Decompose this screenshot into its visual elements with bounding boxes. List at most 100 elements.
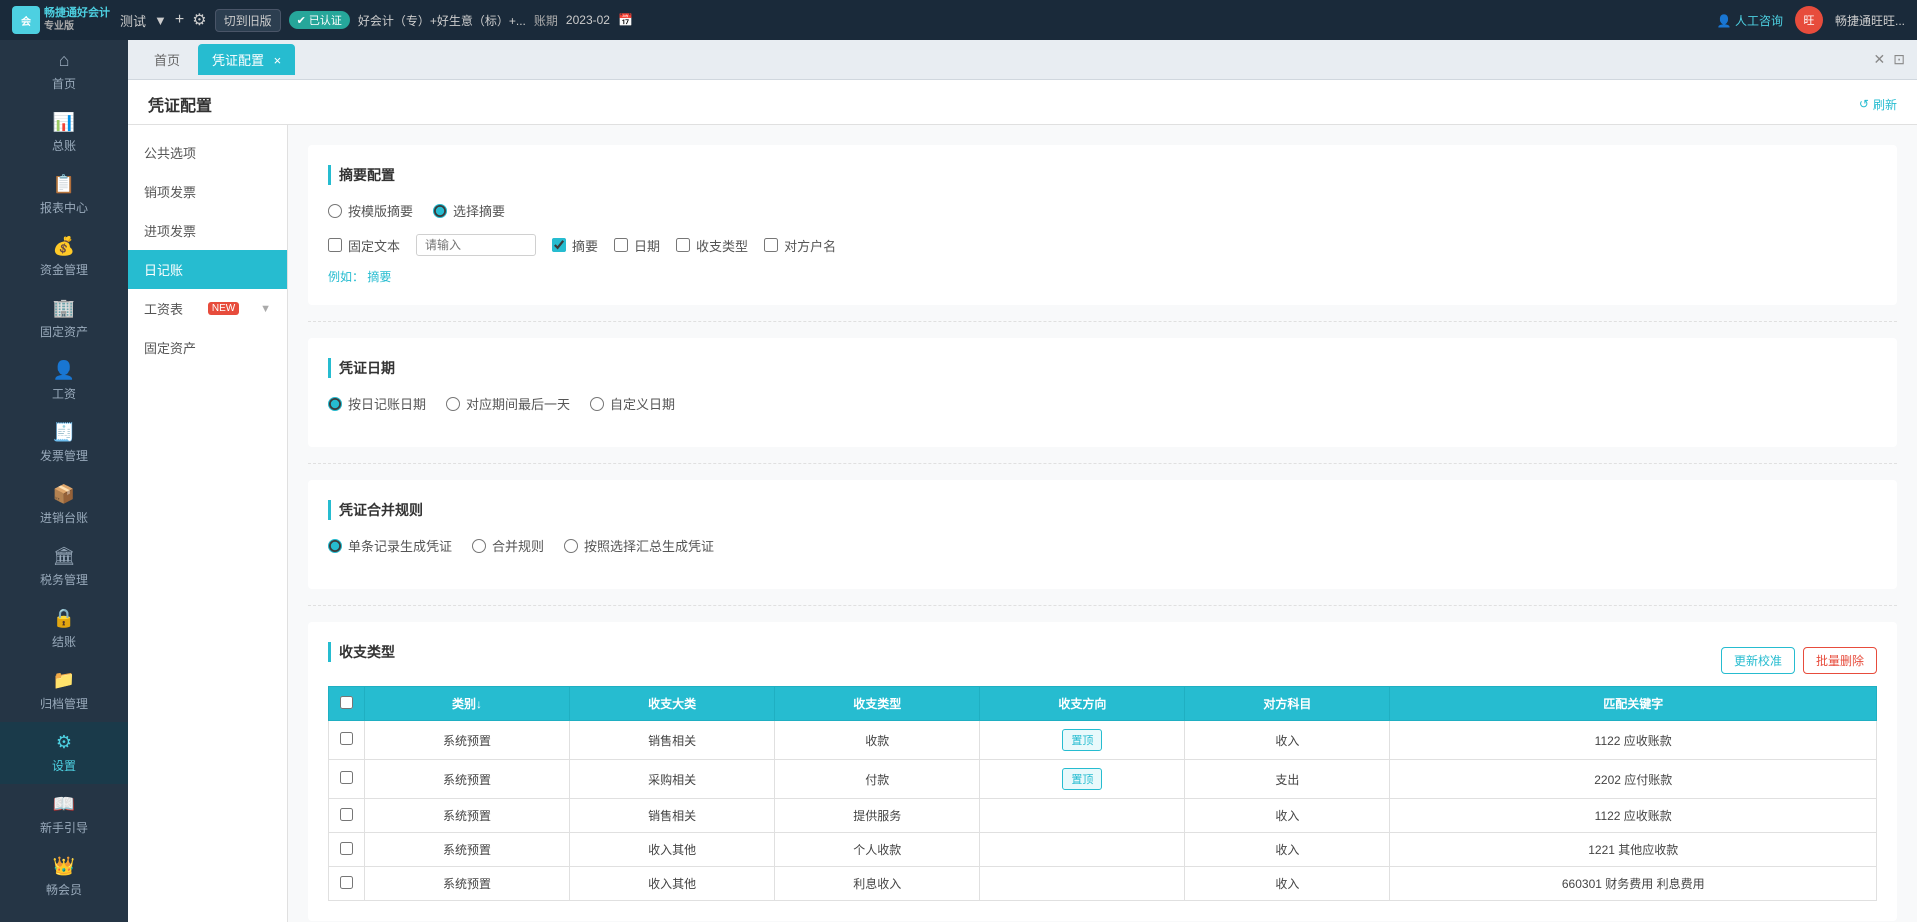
- sidebar-item-invoices[interactable]: 🧾 发票管理: [0, 412, 128, 474]
- fixed-text-input[interactable]: [416, 234, 536, 256]
- row-tag-4: [980, 867, 1185, 901]
- left-nav-journal[interactable]: 日记账: [128, 250, 287, 289]
- radio-custom-date[interactable]: 自定义日期: [590, 394, 675, 413]
- calendar-icon[interactable]: 📅: [618, 13, 633, 27]
- row-category-0: 系统预置: [365, 721, 570, 760]
- guide-icon: 📖: [53, 794, 75, 815]
- date-radio-group: 按日记账日期 对应期间最后一天 自定义日期: [328, 394, 1877, 413]
- tab-bar: 首页 凭证配置 × ✕ ⊡: [128, 40, 1917, 80]
- sidebar-item-tax[interactable]: 🏛 税务管理: [0, 536, 128, 598]
- gear-icon[interactable]: ⚙: [192, 10, 206, 30]
- row-checkbox-0[interactable]: [340, 732, 353, 745]
- left-nav-fixed-assets[interactable]: 固定资产: [128, 328, 287, 367]
- refresh-label: 刷新: [1873, 96, 1897, 113]
- sidebar-item-member[interactable]: 👑 畅会员: [0, 846, 128, 908]
- row-income-type-1: 付款: [775, 760, 980, 799]
- row-checkbox-3[interactable]: [340, 842, 353, 855]
- main-layout: ⌂ 首页 📊 总账 📋 报表中心 💰 资金管理 🏢 固定资产 👤 工资 🧾 发票…: [0, 40, 1917, 922]
- sidebar-item-guide[interactable]: 📖 新手引导: [0, 784, 128, 846]
- update-calibrate-button[interactable]: 更新校准: [1721, 647, 1795, 674]
- add-icon[interactable]: +: [175, 11, 184, 29]
- page-header: 凭证配置 ↺ 刷新: [128, 80, 1917, 125]
- top-tag-button-1[interactable]: 置顶: [1062, 768, 1102, 790]
- left-nav-payroll-table[interactable]: 工资表 NEW ▼: [128, 289, 287, 328]
- close-period-icon: 🔒: [53, 608, 75, 629]
- sidebar-item-ledger[interactable]: 📊 总账: [0, 102, 128, 164]
- payroll-icon: 👤: [53, 360, 75, 381]
- radio-summary-generate[interactable]: 按照选择汇总生成凭证: [564, 536, 714, 555]
- table-row: 系统预置 收入其他 利息收入 收入 660301 财务费用 利息费用: [329, 867, 1877, 901]
- payroll-arrow-icon: ▼: [260, 303, 271, 315]
- tax-icon: 🏛: [53, 546, 76, 567]
- sidebar-item-funds[interactable]: 💰 资金管理: [0, 226, 128, 288]
- row-checkbox-1[interactable]: [340, 771, 353, 784]
- row-direction-0: 收入: [1185, 721, 1390, 760]
- user-name: 畅捷通旺旺...: [1835, 12, 1905, 29]
- product-tags: 好会计（专）+好生意（标）+...: [358, 12, 526, 29]
- radio-journal-date[interactable]: 按日记账日期: [328, 394, 426, 413]
- left-nav-public[interactable]: 公共选项: [128, 133, 287, 172]
- sidebar-item-payroll[interactable]: 👤 工资: [0, 350, 128, 412]
- checkbox-summary[interactable]: 摘要: [552, 236, 598, 255]
- test-dropdown[interactable]: ▼: [154, 13, 167, 28]
- batch-delete-button[interactable]: 批量删除: [1803, 647, 1877, 674]
- checkbox-fixed-text[interactable]: 固定文本: [328, 236, 400, 255]
- period-label: 账期: [534, 12, 558, 29]
- checkbox-counterpart-name[interactable]: 对方户名: [764, 236, 836, 255]
- tab-home[interactable]: 首页: [140, 44, 194, 75]
- row-category-1: 系统预置: [365, 760, 570, 799]
- summary-config-section: 摘要配置 按模版摘要 选择摘要: [308, 145, 1897, 305]
- income-expense-title: 收支类型: [328, 642, 395, 662]
- checkbox-date[interactable]: 日期: [614, 236, 660, 255]
- sidebar-item-close[interactable]: 🔒 结账: [0, 598, 128, 660]
- radio-merge-rule[interactable]: 合并规则: [472, 536, 544, 555]
- row-direction-3: 收入: [1185, 833, 1390, 867]
- sidebar-item-home[interactable]: ⌂ 首页: [0, 40, 128, 102]
- tab-close-icon[interactable]: ×: [274, 53, 282, 68]
- consult-button[interactable]: 👤 人工咨询: [1717, 12, 1783, 29]
- sidebar-item-settings[interactable]: ⚙ 设置: [0, 722, 128, 784]
- sidebar-item-purchase-sales[interactable]: 📦 进销台账: [0, 474, 128, 536]
- left-nav-sales-invoice[interactable]: 销项发票: [128, 172, 287, 211]
- table-header-row: 收支类型 更新校准 批量删除: [328, 642, 1877, 678]
- date-config-section: 凭证日期 按日记账日期 对应期间最后一天 自定义日期: [308, 338, 1897, 447]
- tab-close-all-icon[interactable]: ✕: [1874, 51, 1886, 68]
- table-row: 系统预置 销售相关 提供服务 收入 1122 应收账款: [329, 799, 1877, 833]
- income-expense-section: 收支类型 更新校准 批量删除 类别↓: [308, 622, 1897, 921]
- sidebar-item-reports[interactable]: 📋 报表中心: [0, 164, 128, 226]
- radio-single-record[interactable]: 单条记录生成凭证: [328, 536, 452, 555]
- sidebar-label-payroll: 工资: [52, 385, 76, 402]
- refresh-button[interactable]: ↺ 刷新: [1859, 96, 1897, 113]
- row-subject-3: 1221 其他应收款: [1390, 833, 1877, 867]
- top-tag-button-0[interactable]: 置顶: [1062, 729, 1102, 751]
- sidebar-label-close: 结账: [52, 633, 76, 650]
- row-direction-1: 支出: [1185, 760, 1390, 799]
- row-direction-2: 收入: [1185, 799, 1390, 833]
- switch-version-button[interactable]: 切到旧版: [215, 9, 281, 32]
- radio-template-summary[interactable]: 按模版摘要: [328, 201, 413, 220]
- archive-icon: 📁: [53, 670, 75, 691]
- row-checkbox-2[interactable]: [340, 808, 353, 821]
- sidebar-label-funds: 资金管理: [40, 261, 88, 278]
- settings-icon: ⚙: [56, 732, 72, 753]
- header-center: 测试 ▼ + ⚙ 切到旧版 ✔ 已认证 好会计（专）+好生意（标）+... 账期…: [120, 9, 1709, 32]
- sidebar-item-fixed-assets[interactable]: 🏢 固定资产: [0, 288, 128, 350]
- user-avatar: 旺: [1795, 6, 1823, 34]
- income-expense-table: 类别↓ 收支大类 收支类型 收支方向 对方科目 匹配关键字 系: [328, 686, 1877, 901]
- radio-period-last-day[interactable]: 对应期间最后一天: [446, 394, 570, 413]
- left-nav-purchase-invoice[interactable]: 进项发票: [128, 211, 287, 250]
- checkbox-income-type[interactable]: 收支类型: [676, 236, 748, 255]
- header-right: 👤 人工咨询 旺 畅捷通旺旺...: [1717, 6, 1905, 34]
- top-header: 会 畅捷通好会计 专业版 测试 ▼ + ⚙ 切到旧版 ✔ 已认证 好会计（专）+…: [0, 0, 1917, 40]
- tab-voucher-config-label: 凭证配置: [212, 53, 264, 68]
- row-checkbox-4[interactable]: [340, 876, 353, 889]
- table-header: 类别↓ 收支大类 收支类型 收支方向 对方科目 匹配关键字: [329, 687, 1877, 721]
- sidebar-item-archive[interactable]: 📁 归档管理: [0, 660, 128, 722]
- sidebar-label-home: 首页: [52, 75, 76, 92]
- sidebar-label-invoices: 发票管理: [40, 447, 88, 464]
- tab-expand-icon[interactable]: ⊡: [1893, 51, 1905, 68]
- tab-voucher-config[interactable]: 凭证配置 ×: [198, 44, 295, 75]
- row-tag-3: [980, 833, 1185, 867]
- radio-select-summary[interactable]: 选择摘要: [433, 201, 505, 220]
- select-all-checkbox[interactable]: [340, 696, 353, 709]
